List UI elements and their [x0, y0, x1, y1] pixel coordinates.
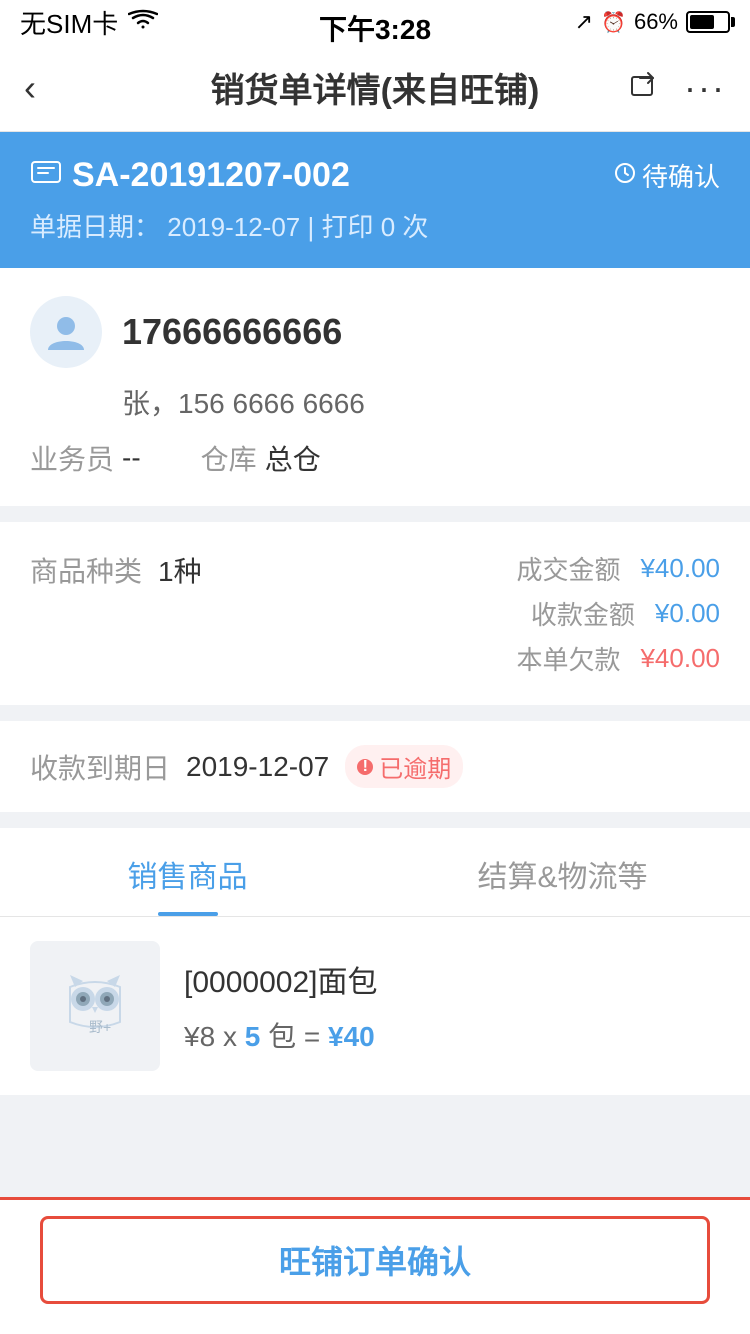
status-bar: 无SIM卡 下午3:28 ↗ ⏰ 66%	[0, 0, 750, 44]
amounts: 成交金额 ¥40.00 收款金额 ¥0.00 本单欠款 ¥40.00	[516, 550, 720, 677]
tab-settlement[interactable]: 结算&物流等	[375, 828, 750, 916]
status-carrier: 无SIM卡	[20, 4, 158, 41]
order-icon	[30, 156, 62, 195]
wifi-icon	[128, 7, 158, 38]
status-indicators: ↗ ⏰ 66%	[575, 9, 730, 35]
confirm-order-button[interactable]: 旺铺订单确认	[40, 1216, 710, 1304]
battery-percent: 66%	[634, 9, 678, 35]
product-types-row: 商品种类 1种	[30, 550, 516, 590]
battery-icon	[686, 11, 730, 33]
overdue-badge: ! 已逾期	[345, 745, 463, 788]
product-price-row: ¥8 x 5 包 = ¥40	[184, 1015, 720, 1055]
owed-amount: 本单欠款 ¥40.00	[516, 640, 720, 677]
product-list: 野+ [0000002]面包 ¥8 x 5 包 = ¥40	[0, 917, 750, 1095]
due-date-section: 收款到期日 2019-12-07 ! 已逾期	[0, 721, 750, 812]
deal-amount: 成交金额 ¥40.00	[516, 550, 720, 587]
stats-section: 商品种类 1种 成交金额 ¥40.00 收款金额 ¥0.00 本单欠款 ¥40.…	[0, 522, 750, 705]
alarm-icon: ⏰	[601, 10, 626, 35]
product-thumbnail: 野+	[30, 941, 160, 1071]
product-logo: 野+	[55, 967, 135, 1045]
tab-products[interactable]: 销售商品	[0, 828, 375, 916]
location-icon: ↗	[575, 9, 593, 35]
status-badge: 待确认	[614, 157, 720, 194]
customer-section: 17666666666 张，156 6666 6666 业务员 -- 仓库 总仓	[0, 268, 750, 506]
status-time: 下午3:28	[319, 8, 431, 48]
svg-text:野+: 野+	[89, 1019, 111, 1035]
overdue-icon: !	[357, 759, 373, 775]
nav-bar: ‹ 销货单详情(来自旺铺) ···	[0, 44, 750, 132]
order-meta: 单据日期： 2019-12-07 | 打印 0 次	[30, 207, 720, 244]
page-title: 销货单详情(来自旺铺)	[211, 63, 540, 112]
product-name: [0000002]面包	[184, 957, 720, 1001]
product-info: [0000002]面包 ¥8 x 5 包 = ¥40	[184, 957, 720, 1055]
salesperson-item: 业务员 --	[30, 438, 141, 478]
tabs-section: 销售商品 结算&物流等	[0, 828, 750, 1095]
order-id: SA-20191207-002	[30, 156, 350, 195]
warehouse-item: 仓库 总仓	[201, 438, 321, 478]
clock-icon	[614, 160, 636, 191]
back-button[interactable]: ‹	[14, 57, 46, 119]
avatar	[30, 296, 102, 368]
received-amount: 收款金额 ¥0.00	[531, 595, 720, 632]
confirm-button-wrap: 旺铺订单确认	[0, 1197, 750, 1334]
tabs-header: 销售商品 结算&物流等	[0, 828, 750, 917]
header-card: SA-20191207-002 待确认 单据日期： 2019-12-07 | 打…	[0, 132, 750, 268]
more-button[interactable]: ···	[684, 67, 726, 109]
customer-phone: 17666666666	[122, 311, 342, 353]
nav-actions: ···	[630, 67, 726, 109]
table-row: 野+ [0000002]面包 ¥8 x 5 包 = ¥40	[30, 941, 720, 1071]
share-button[interactable]	[630, 69, 660, 107]
customer-name: 张，156 6666 6666	[30, 382, 720, 422]
